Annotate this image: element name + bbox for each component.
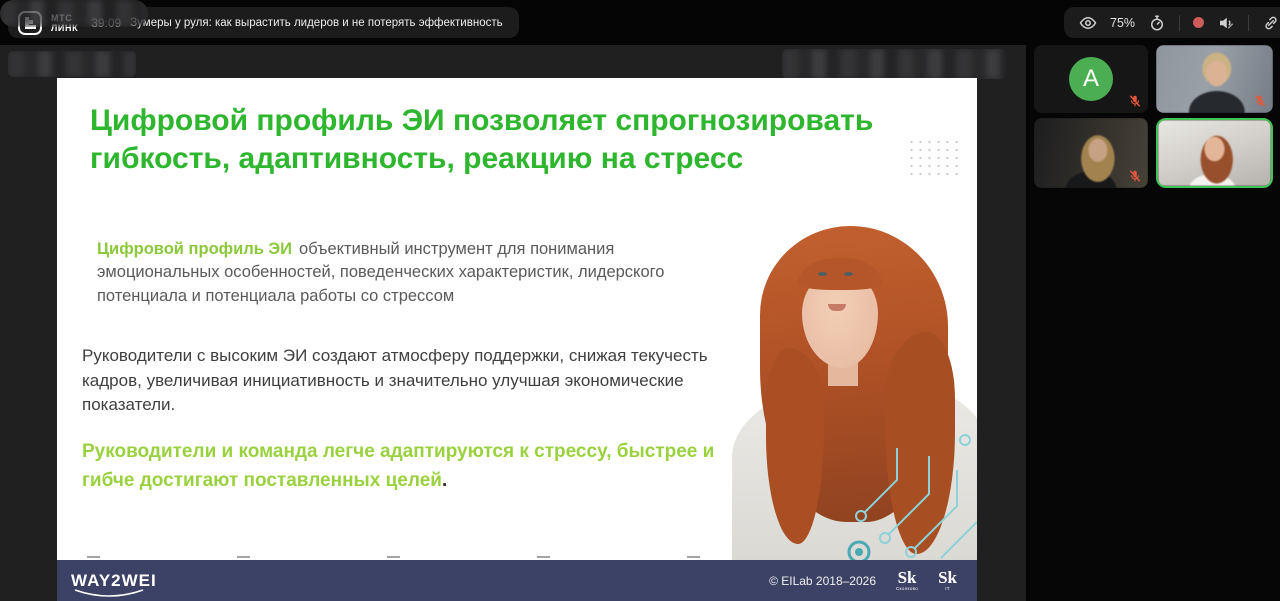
clipped-text-line [87,556,727,558]
definition-term: Цифровой профиль ЭИ [97,240,293,258]
participant-tile-video[interactable] [1156,45,1273,113]
divider [1248,14,1250,31]
meeting-title: Зумеры у руля: как вырастить лидеров и н… [130,16,503,29]
photo-eye [844,272,853,276]
photo-eye [818,272,827,276]
highlight-text: Руководители и команда легче адаптируютс… [82,441,715,491]
copyright-text: © EILab 2018–2026 [769,573,876,588]
circuit-decoration [847,434,977,560]
blurred-stage-toolbar[interactable] [782,49,1006,79]
sk-logo-text: Sk [897,568,917,588]
way2wei-logo: WAY2WEI [71,572,157,597]
mic-off-icon [1129,170,1141,182]
audio-icon[interactable] [1217,14,1235,32]
way2wei-swoosh [74,589,144,597]
mic-off-icon [1129,95,1141,107]
participant-tile-active-speaker[interactable] [1156,118,1273,188]
sk-logo-text: Sk [938,568,957,588]
participants-sidebar: A [1026,45,1280,601]
eye-icon[interactable] [1079,14,1097,32]
mic-off-icon [1254,95,1266,107]
toolbar-controls: 75% [1064,7,1280,38]
blurred-region [8,51,136,77]
blurred-region [0,0,148,27]
top-bar: МТС ЛИНК 39:09 Зумеры у руля: как выраст… [0,0,1280,45]
presentation-stage: Цифровой профиль ЭИ позволяет спрогнозир… [0,45,1026,601]
blurred-region [782,49,1006,79]
slide-paragraph-leaders: Руководители с высоким ЭИ создают атмосф… [82,346,708,415]
blurred-user-pill[interactable] [0,0,148,27]
link-icon[interactable] [1262,14,1280,32]
participant-tile-video[interactable] [1034,118,1148,188]
blurred-presenter-label [8,51,136,77]
video-feed [1158,120,1271,186]
participant-tile-avatar[interactable]: A [1034,45,1148,113]
slide-heading: Цифровой профиль ЭИ позволяет спрогнозир… [90,104,874,175]
dot-grid-decoration [907,138,963,178]
divider [1179,14,1181,31]
view-scale-value[interactable]: 75% [1110,16,1135,30]
slide-footer: WAY2WEI © EILab 2018–2026 Sk Сколково Sk… [57,560,977,601]
sk-it-logo: Sk IT [938,569,957,592]
avatar-letter: A [1082,65,1099,92]
app-window: МТС ЛИНК 39:09 Зумеры у руля: как выраст… [0,0,1280,601]
record-dot-icon[interactable] [1193,17,1205,28]
sk-logo-sub: IT [945,586,950,592]
stopwatch-icon[interactable] [1148,14,1166,32]
highlight-period: . [441,469,448,491]
slide-paragraph-highlight: Руководители и команда легче адаптируютс… [82,438,742,495]
sk-logo-sub: Сколково [896,586,919,592]
avatar: A [1069,57,1113,101]
slide-paragraph-definition: Цифровой профиль ЭИ объективный инструмен… [97,238,705,308]
sk-skolkovo-logo: Sk Сколково [896,569,918,592]
shared-slide: Цифровой профиль ЭИ позволяет спрогнозир… [57,78,977,601]
